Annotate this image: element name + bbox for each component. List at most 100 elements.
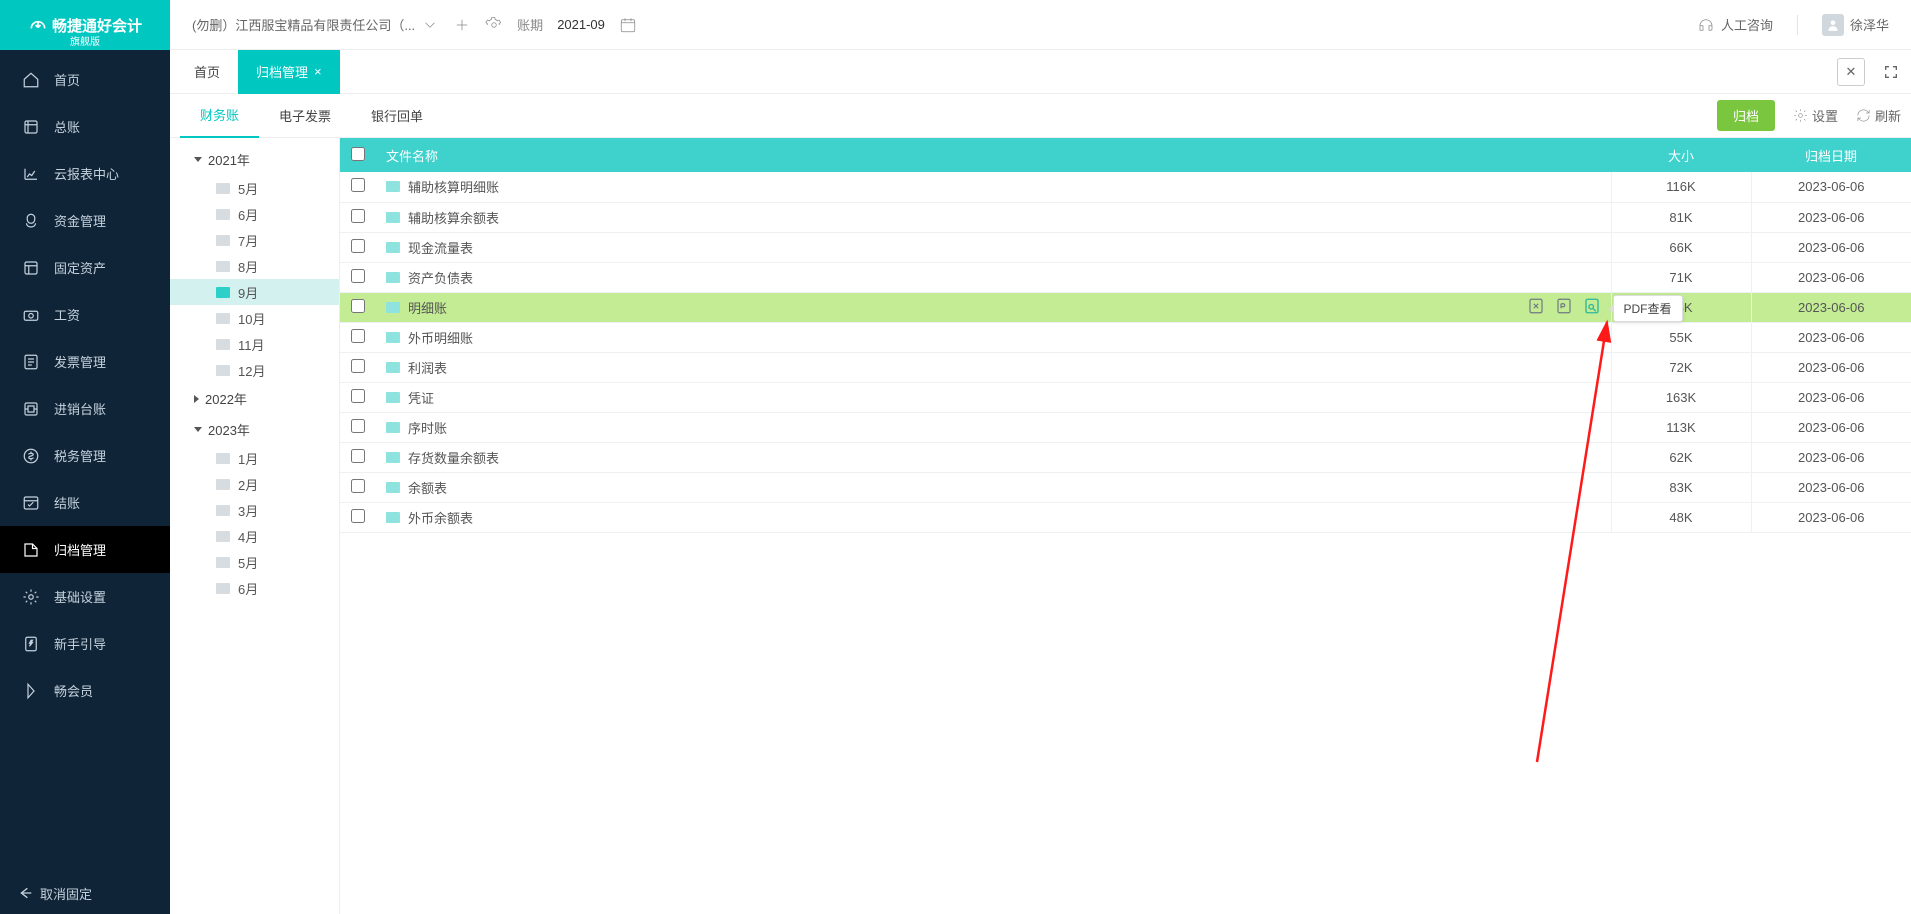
- row-checkbox[interactable]: [351, 239, 365, 253]
- tree-year[interactable]: 2021年: [170, 144, 339, 175]
- settings-button[interactable]: 设置: [1793, 106, 1838, 125]
- sub-tab[interactable]: 银行回单: [351, 94, 443, 138]
- col-name[interactable]: 文件名称: [376, 138, 1611, 172]
- file-date: 2023-06-06: [1751, 472, 1911, 502]
- tree-month[interactable]: 6月: [170, 575, 339, 601]
- file-icon: [386, 302, 400, 313]
- row-checkbox[interactable]: [351, 359, 365, 373]
- folder-icon: [216, 313, 230, 324]
- tree-month[interactable]: 2月: [170, 471, 339, 497]
- nav-item-2[interactable]: 云报表中心: [0, 150, 170, 197]
- nav-item-1[interactable]: 总账: [0, 103, 170, 150]
- file-name: 明细账: [408, 298, 447, 317]
- tree-month[interactable]: 9月: [170, 279, 339, 305]
- nav-item-13[interactable]: 畅会员: [0, 667, 170, 714]
- tree-month[interactable]: 3月: [170, 497, 339, 523]
- calendar-icon[interactable]: [619, 16, 637, 34]
- tree-month[interactable]: 7月: [170, 227, 339, 253]
- period-value[interactable]: 2021-09: [557, 17, 605, 32]
- table-row[interactable]: 外币余额表48K2023-06-06: [340, 502, 1911, 532]
- tree-year[interactable]: 2022年: [170, 383, 339, 414]
- support-link[interactable]: 人工咨询: [1697, 15, 1773, 34]
- nav-icon: [22, 165, 40, 183]
- tree-year[interactable]: 2023年: [170, 414, 339, 445]
- col-size[interactable]: 大小: [1611, 138, 1751, 172]
- tree-month[interactable]: 10月: [170, 305, 339, 331]
- row-checkbox[interactable]: [351, 329, 365, 343]
- nav-item-3[interactable]: 资金管理: [0, 197, 170, 244]
- table-row[interactable]: 辅助核算余额表81K2023-06-06: [340, 202, 1911, 232]
- refresh-button[interactable]: 刷新: [1856, 106, 1901, 125]
- row-checkbox[interactable]: [351, 299, 365, 313]
- nav-icon: [22, 259, 40, 277]
- nav-icon: [22, 353, 40, 371]
- tree-month[interactable]: 4月: [170, 523, 339, 549]
- row-checkbox[interactable]: [351, 479, 365, 493]
- pdf-view-icon[interactable]: [1583, 297, 1601, 318]
- table-header-row: 文件名称 大小 归档日期: [340, 138, 1911, 172]
- row-checkbox[interactable]: [351, 389, 365, 403]
- nav-item-7[interactable]: 进销台账: [0, 385, 170, 432]
- folder-icon: [216, 209, 230, 220]
- tree-month[interactable]: 1月: [170, 445, 339, 471]
- file-size: 48K: [1611, 502, 1751, 532]
- table-row[interactable]: 辅助核算明细账116K2023-06-06: [340, 172, 1911, 202]
- tree-month[interactable]: 11月: [170, 331, 339, 357]
- tab-close-button[interactable]: ✕: [1837, 58, 1865, 86]
- nav-item-8[interactable]: 税务管理: [0, 432, 170, 479]
- col-date[interactable]: 归档日期: [1751, 138, 1911, 172]
- table-row[interactable]: 资产负债表71K2023-06-06: [340, 262, 1911, 292]
- file-date: 2023-06-06: [1751, 232, 1911, 262]
- archive-button[interactable]: 归档: [1717, 100, 1775, 131]
- table-row[interactable]: 余额表83K2023-06-06: [340, 472, 1911, 502]
- sub-tab[interactable]: 财务账: [180, 94, 259, 138]
- tree-month[interactable]: 8月: [170, 253, 339, 279]
- row-checkbox[interactable]: [351, 269, 365, 283]
- table-row[interactable]: 现金流量表66K2023-06-06: [340, 232, 1911, 262]
- tree-month[interactable]: 5月: [170, 549, 339, 575]
- gear-icon[interactable]: [485, 16, 503, 34]
- company-selector[interactable]: (勿删）江西服宝精品有限责任公司（...: [192, 15, 439, 34]
- table-row[interactable]: 凭证163K2023-06-06: [340, 382, 1911, 412]
- download-pdf-icon[interactable]: [1555, 297, 1573, 318]
- nav-item-5[interactable]: 工资: [0, 291, 170, 338]
- nav-item-6[interactable]: 发票管理: [0, 338, 170, 385]
- table-row[interactable]: 外币明细账55K2023-06-06: [340, 322, 1911, 352]
- select-all-checkbox[interactable]: [351, 147, 365, 161]
- row-checkbox[interactable]: [351, 209, 365, 223]
- page-tab[interactable]: 首页: [176, 50, 238, 94]
- row-checkbox[interactable]: [351, 419, 365, 433]
- plus-icon[interactable]: [453, 16, 471, 34]
- nav-item-10[interactable]: 归档管理: [0, 526, 170, 573]
- folder-icon: [216, 235, 230, 246]
- table-row[interactable]: 明细账46K2023-06-06: [340, 292, 1911, 322]
- file-icon: [386, 212, 400, 223]
- file-size: 81K: [1611, 202, 1751, 232]
- download-xls-icon[interactable]: [1527, 297, 1545, 318]
- nav-item-0[interactable]: 首页: [0, 56, 170, 103]
- nav-item-4[interactable]: 固定资产: [0, 244, 170, 291]
- nav-item-11[interactable]: 基础设置: [0, 573, 170, 620]
- row-checkbox[interactable]: [351, 449, 365, 463]
- fullscreen-button[interactable]: [1877, 58, 1905, 86]
- user-menu[interactable]: 徐泽华: [1822, 14, 1889, 36]
- period-label: 账期: [517, 15, 543, 34]
- nav-item-9[interactable]: 结账: [0, 479, 170, 526]
- row-checkbox[interactable]: [351, 178, 365, 192]
- topbar: (勿删）江西服宝精品有限责任公司（... 账期 2021-09 人工咨询 徐泽华: [170, 0, 1911, 50]
- tree-month[interactable]: 12月: [170, 357, 339, 383]
- table-row[interactable]: 利润表72K2023-06-06: [340, 352, 1911, 382]
- tree-month[interactable]: 6月: [170, 201, 339, 227]
- sidebar-unpin[interactable]: 取消固定: [0, 872, 170, 914]
- nav-label: 工资: [54, 305, 80, 324]
- nav-icon: [22, 118, 40, 136]
- page-tab[interactable]: 归档管理×: [238, 50, 340, 94]
- table-row[interactable]: 存货数量余额表62K2023-06-06: [340, 442, 1911, 472]
- row-checkbox[interactable]: [351, 509, 365, 523]
- nav-item-12[interactable]: 新手引导: [0, 620, 170, 667]
- tree-month[interactable]: 5月: [170, 175, 339, 201]
- sub-tab[interactable]: 电子发票: [259, 94, 351, 138]
- folder-icon: [216, 557, 230, 568]
- tab-close-icon[interactable]: ×: [314, 64, 322, 79]
- table-row[interactable]: 序时账113K2023-06-06: [340, 412, 1911, 442]
